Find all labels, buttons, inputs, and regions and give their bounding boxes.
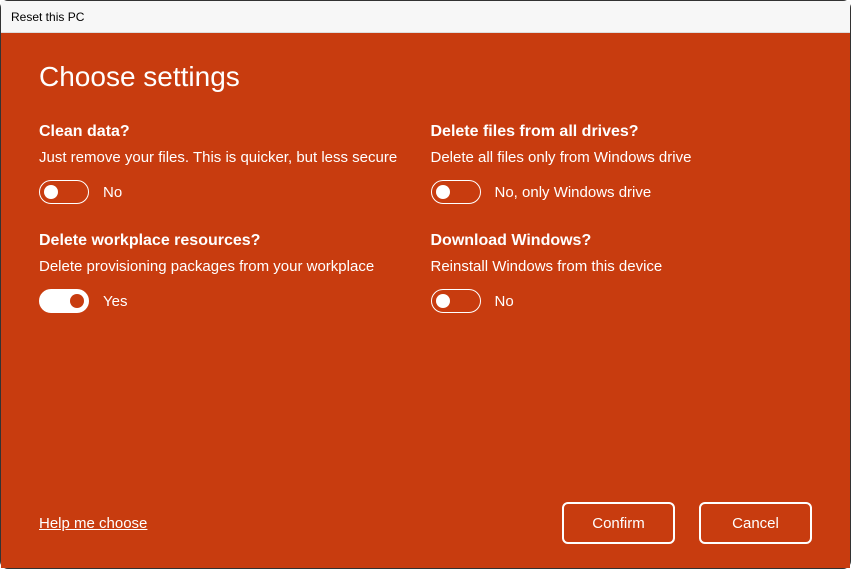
window-titlebar: Reset this PC [1,1,850,33]
setting-clean-data: Clean data? Just remove your files. This… [39,123,421,204]
toggle-state-label: Yes [103,293,127,310]
setting-delete-all-drives: Delete files from all drives? Delete all… [431,123,813,204]
setting-title: Delete files from all drives? [431,123,813,141]
setting-title: Clean data? [39,123,421,141]
settings-grid: Clean data? Just remove your files. This… [39,123,812,313]
toggle-row: Yes [39,289,421,313]
help-me-choose-link[interactable]: Help me choose [39,515,147,532]
page-title: Choose settings [39,61,812,93]
setting-desc: Delete all files only from Windows drive [431,147,813,168]
setting-title: Delete workplace resources? [39,232,421,250]
setting-desc: Delete provisioning packages from your w… [39,256,421,277]
toggle-row: No, only Windows drive [431,180,813,204]
delete-all-drives-toggle[interactable] [431,180,481,204]
dialog-content: Choose settings Clean data? Just remove … [1,33,850,568]
setting-title: Download Windows? [431,232,813,250]
delete-workplace-toggle[interactable] [39,289,89,313]
dialog-footer: Help me choose Confirm Cancel [39,502,812,544]
confirm-button[interactable]: Confirm [562,502,675,544]
clean-data-toggle[interactable] [39,180,89,204]
toggle-state-label: No [103,184,122,201]
setting-desc: Just remove your files. This is quicker,… [39,147,421,168]
setting-delete-workplace: Delete workplace resources? Delete provi… [39,232,421,313]
toggle-row: No [431,289,813,313]
footer-buttons: Confirm Cancel [562,502,812,544]
toggle-state-label: No, only Windows drive [495,184,652,201]
toggle-state-label: No [495,293,514,310]
setting-download-windows: Download Windows? Reinstall Windows from… [431,232,813,313]
setting-desc: Reinstall Windows from this device [431,256,813,277]
cancel-button[interactable]: Cancel [699,502,812,544]
toggle-row: No [39,180,421,204]
window-title: Reset this PC [11,10,84,24]
download-windows-toggle[interactable] [431,289,481,313]
